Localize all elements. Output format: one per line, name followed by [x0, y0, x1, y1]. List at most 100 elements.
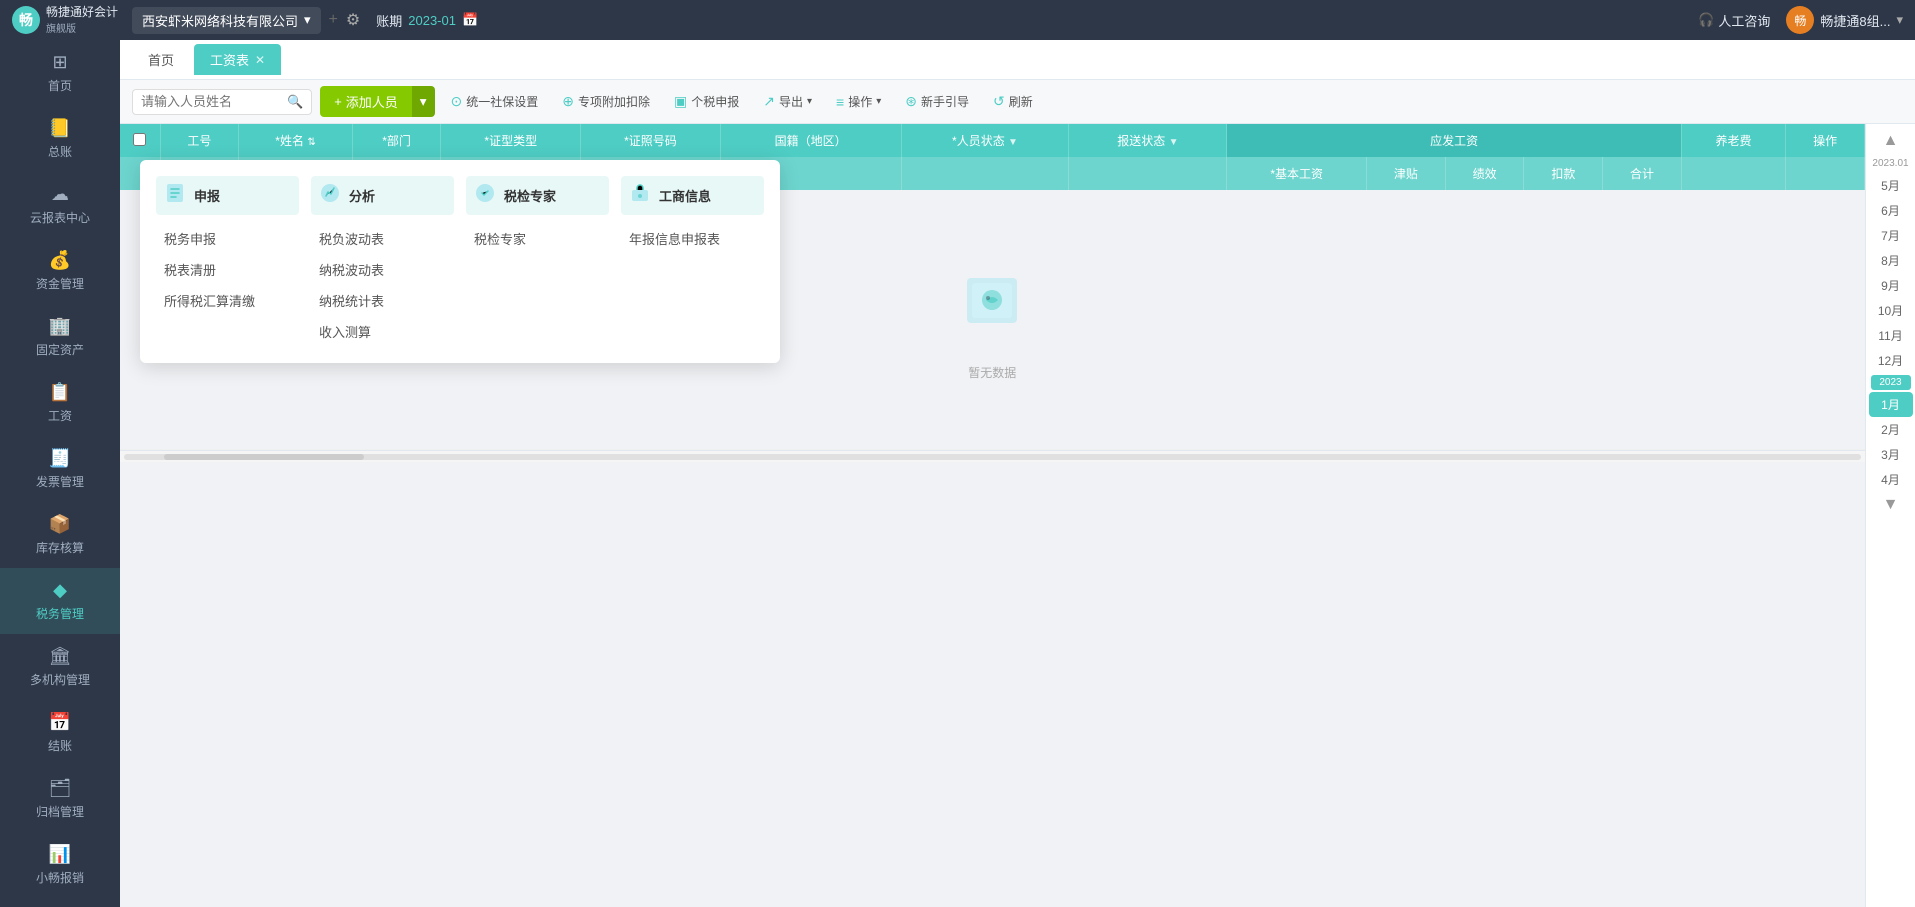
annual-report-item[interactable]: 年报信息申报表	[621, 223, 764, 254]
tax-fluctuation-item[interactable]: 税负波动表	[311, 223, 454, 254]
year-badge-2023[interactable]: 2023	[1871, 375, 1911, 390]
th-base-salary: *基本工资	[1227, 157, 1367, 190]
refresh-button[interactable]: ↺ 刷新	[985, 89, 1041, 114]
sidebar-item-cloud[interactable]: ☁ 云报表中心	[0, 172, 120, 238]
scroll-thumb[interactable]	[164, 454, 364, 460]
tax-declare-item[interactable]: 税务申报	[156, 223, 299, 254]
th-sub-report	[1069, 157, 1227, 190]
operation-label: 操作	[848, 93, 872, 110]
month-12[interactable]: 12月	[1869, 348, 1913, 373]
month-10[interactable]: 10月	[1869, 298, 1913, 323]
app-sub: 旗舰版	[46, 20, 118, 35]
tab-home-label: 首页	[148, 50, 174, 69]
personal-tax-button[interactable]: ▣ 个税申报	[666, 89, 747, 114]
report-status-filter-icon[interactable]: ▼	[1169, 137, 1179, 148]
sidebar-item-inventory[interactable]: 📦 库存核算	[0, 502, 120, 568]
add-person-button[interactable]: + 添加人员	[320, 86, 412, 117]
expert-icon	[474, 182, 496, 209]
sidebar-item-settings[interactable]: ⚙ 基础设置	[0, 898, 120, 907]
sidebar-item-archive[interactable]: 🗂 归档管理	[0, 766, 120, 832]
sidebar-item-home[interactable]: ⊞ 首页	[0, 40, 120, 106]
tab-close-icon[interactable]: ✕	[255, 53, 265, 67]
add-person-dropdown-button[interactable]: ▾	[412, 86, 435, 117]
sidebar-item-funds[interactable]: 💰 资金管理	[0, 238, 120, 304]
th-total: 合计	[1603, 157, 1682, 190]
tax-dropdown-menu: 申报 税务申报 税表清册 所得税汇算清缴 分析 税负波动表 纳税波动表 纳税统计…	[140, 160, 780, 363]
month-5[interactable]: 5月	[1869, 173, 1913, 198]
personal-tax-icon: ▣	[674, 93, 687, 110]
chevron-down-icon: ▾	[304, 12, 311, 28]
month-2[interactable]: 2月	[1869, 417, 1913, 442]
search-input[interactable]	[141, 94, 281, 109]
th-subsidy: 津贴	[1367, 157, 1446, 190]
tab-salary-table[interactable]: 工资表 ✕	[194, 44, 281, 75]
th-dept: *部门	[352, 124, 441, 157]
sidebar-item-tax[interactable]: ◆ 税务管理	[0, 568, 120, 634]
th-name: *姓名 ⇅	[239, 124, 353, 157]
search-wrap: 🔍	[132, 89, 312, 115]
tab-home[interactable]: 首页	[132, 44, 190, 75]
expert-title: 税检专家	[504, 186, 556, 205]
sidebar-item-report[interactable]: 📊 小畅报销	[0, 832, 120, 898]
avatar: 畅	[1786, 6, 1814, 34]
sidebar-item-ledger[interactable]: 📒 总账	[0, 106, 120, 172]
th-operation: 操作	[1786, 124, 1865, 157]
social-security-button[interactable]: ⊙ 统一社保设置	[443, 89, 547, 114]
period-label: 账期	[376, 11, 402, 30]
payment-fluctuation-item[interactable]: 纳税波动表	[311, 254, 454, 285]
income-forecast-item[interactable]: 收入测算	[311, 316, 454, 347]
month-4[interactable]: 4月	[1869, 467, 1913, 492]
dropdown-section-expert: 税检专家 税检专家	[466, 176, 609, 347]
settings-icon[interactable]: ⚙	[346, 10, 360, 30]
add-company-icon[interactable]: +	[329, 11, 338, 29]
date-nav-up[interactable]: ▲	[1879, 128, 1903, 154]
th-pension: 养老费	[1681, 124, 1785, 157]
th-status: *人员状态 ▼	[901, 124, 1069, 157]
month-7[interactable]: 7月	[1869, 223, 1913, 248]
company-selector[interactable]: 西安虾米网络科技有限公司 ▾	[132, 7, 321, 34]
sidebar-item-multi[interactable]: 🏛 多机构管理	[0, 634, 120, 700]
month-3[interactable]: 3月	[1869, 442, 1913, 467]
calendar-icon[interactable]: 📅	[462, 12, 478, 28]
special-deduct-label: 专项附加扣除	[578, 93, 650, 110]
expert-header: 税检专家	[466, 176, 609, 215]
analysis-header: 分析	[311, 176, 454, 215]
sidebar-item-assets[interactable]: 🏢 固定资产	[0, 304, 120, 370]
sidebar-label-cloud: 云报表中心	[30, 209, 90, 226]
declaration-icon	[164, 182, 186, 209]
select-all-checkbox[interactable]	[133, 133, 146, 146]
month-9[interactable]: 9月	[1869, 273, 1913, 298]
tax-expert-item[interactable]: 税检专家	[466, 223, 609, 254]
th-status-label: *人员状态	[952, 134, 1005, 148]
sidebar-item-salary[interactable]: 📋 工资	[0, 370, 120, 436]
month-11[interactable]: 11月	[1869, 323, 1913, 348]
sidebar-item-invoice[interactable]: 🧾 发票管理	[0, 436, 120, 502]
inventory-icon: 📦	[49, 514, 71, 535]
guide-button[interactable]: ⊛ 新手引导	[897, 89, 977, 114]
date-nav-down[interactable]: ▼	[1879, 492, 1903, 518]
operation-chevron-icon: ▾	[876, 96, 881, 107]
tax-stats-item[interactable]: 纳税统计表	[311, 285, 454, 316]
sidebar-item-close[interactable]: 📅 结账	[0, 700, 120, 766]
th-report-status-label: 报送状态	[1117, 134, 1165, 148]
th-deduct: 扣款	[1524, 157, 1603, 190]
operation-button[interactable]: ≡ 操作 ▾	[828, 89, 889, 114]
export-button[interactable]: ↗ 导出 ▾	[755, 89, 820, 114]
month-6[interactable]: 6月	[1869, 198, 1913, 223]
home-icon: ⊞	[52, 52, 67, 73]
income-tax-calc-item[interactable]: 所得税汇算清缴	[156, 285, 299, 316]
top-bar: 畅 畅捷通好会计 旗舰版 西安虾米网络科技有限公司 ▾ + ⚙ 账期 2023-…	[0, 0, 1915, 40]
search-icon: 🔍	[287, 94, 303, 110]
sort-icon[interactable]: ⇅	[307, 137, 315, 148]
month-8[interactable]: 8月	[1869, 248, 1913, 273]
month-1[interactable]: 1月	[1869, 392, 1913, 417]
special-deduct-button[interactable]: ⊕ 专项附加扣除	[554, 89, 658, 114]
th-performance: 绩效	[1445, 157, 1524, 190]
tax-form-item[interactable]: 税表清册	[156, 254, 299, 285]
status-filter-icon[interactable]: ▼	[1008, 137, 1018, 148]
sidebar-label-multi: 多机构管理	[30, 671, 90, 688]
add-person-btn-group: + 添加人员 ▾	[320, 86, 434, 117]
user-avatar-area[interactable]: 畅 畅捷通8组... ▾	[1786, 6, 1903, 34]
sidebar-label-ledger: 总账	[48, 143, 72, 160]
service-button[interactable]: 🎧 人工咨询	[1698, 11, 1770, 30]
